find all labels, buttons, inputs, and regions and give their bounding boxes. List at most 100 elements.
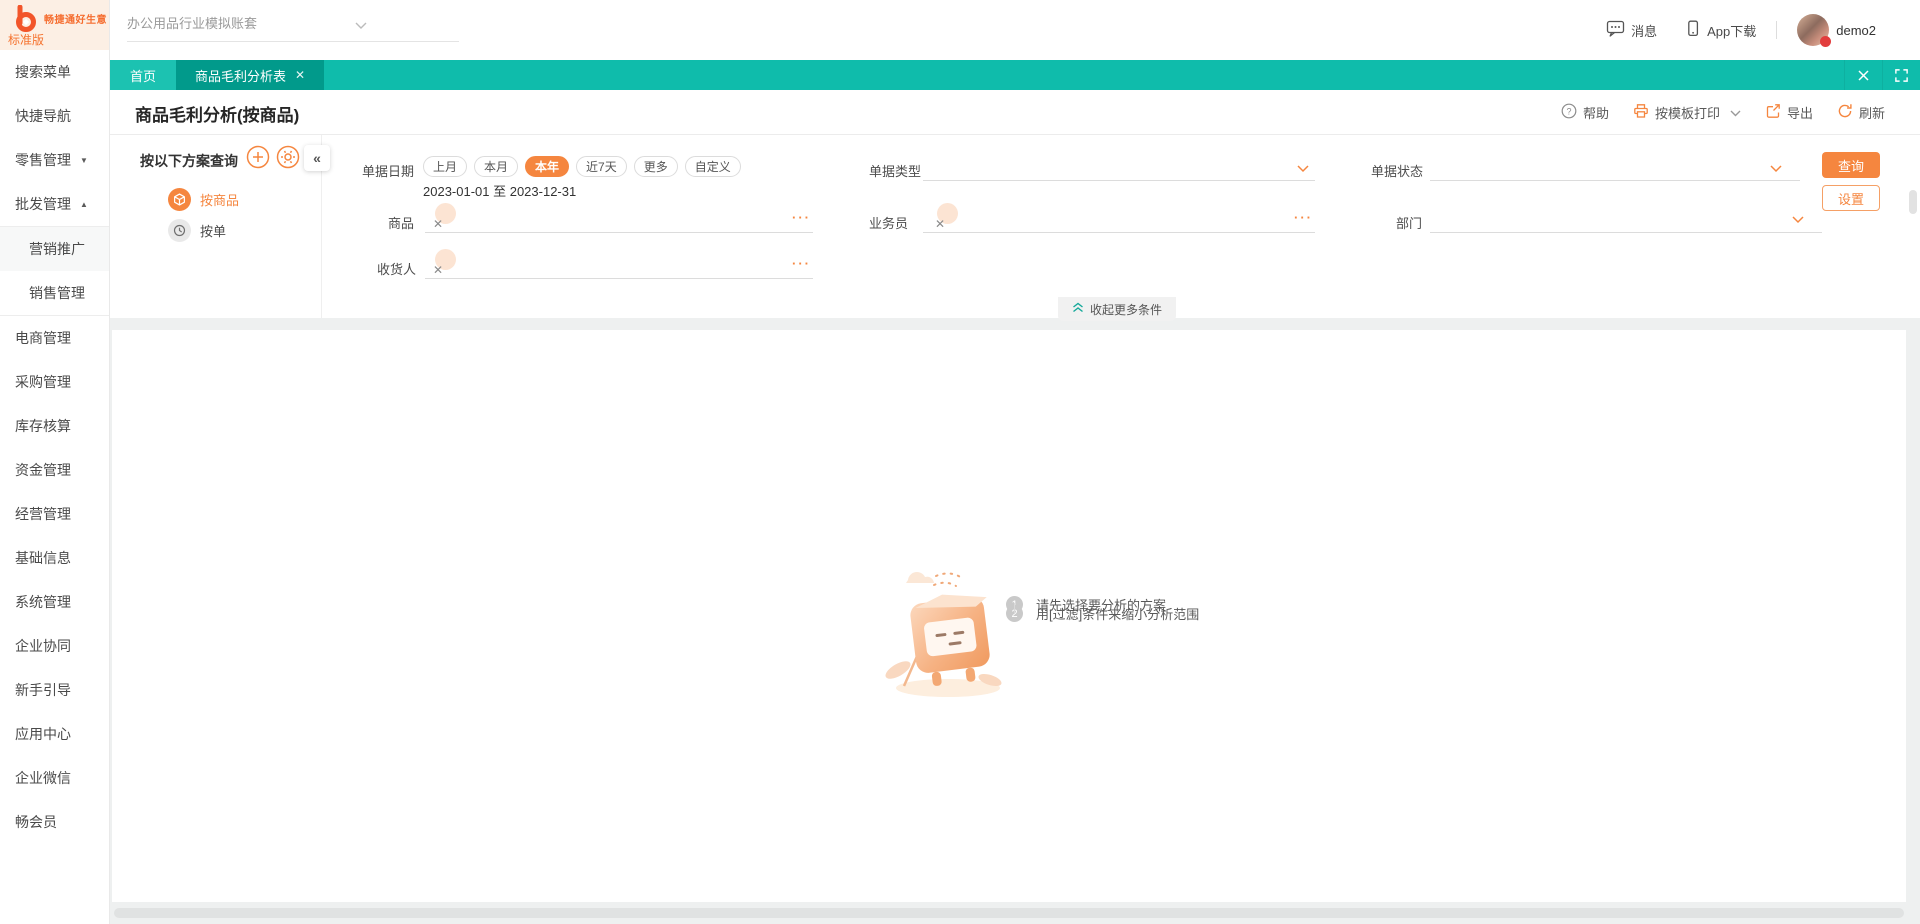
tab-gross-profit-analysis[interactable]: 商品毛利分析表 ✕ bbox=[176, 60, 324, 90]
salesman-picker-ellipsis-button[interactable]: ··· bbox=[1294, 210, 1313, 225]
doc-status-label: 单据状态 bbox=[1371, 164, 1424, 179]
sidebar-item-wecom[interactable]: 企业微信 bbox=[0, 756, 109, 800]
scheme-by-order[interactable]: 按单 bbox=[168, 219, 226, 242]
sidebar-item-wholesale[interactable]: 批发管理 ▲ bbox=[0, 182, 109, 226]
receiver-picker-ellipsis-button[interactable]: ··· bbox=[792, 256, 811, 271]
print-by-template-button[interactable]: 按模板打印 bbox=[1633, 103, 1741, 122]
salesman-input[interactable] bbox=[923, 207, 1315, 233]
date-range-value[interactable]: 2023-01-01 至 2023-12-31 bbox=[423, 181, 576, 200]
receiver-label: 收货人 bbox=[377, 262, 417, 277]
date-option-pill[interactable]: 更多 bbox=[633, 156, 678, 177]
step-text: 用[过滤]条件来缩小分析范围 bbox=[1036, 607, 1200, 622]
refresh-button[interactable]: 刷新 bbox=[1837, 103, 1885, 122]
doc-type-label: 单据类型 bbox=[869, 164, 922, 179]
collapse-label: 收起更多条件 bbox=[1090, 302, 1163, 317]
sidebar-nav: 搜索菜单 快捷导航 零售管理 ▼ 批发管理 ▲ 营销推广 销售管理 电商管理 采购管… bbox=[0, 50, 109, 844]
receiver-input[interactable] bbox=[425, 253, 813, 279]
svg-text:?: ? bbox=[1566, 106, 1571, 116]
divider bbox=[1776, 21, 1778, 39]
account-select[interactable]: 办公用品行业模拟账套 bbox=[127, 13, 459, 42]
step-connector bbox=[1014, 603, 1015, 613]
sidebar-item-system[interactable]: 系统管理 bbox=[0, 580, 109, 624]
tabbar: 首页 商品毛利分析表 ✕ bbox=[110, 60, 1920, 90]
tab-home[interactable]: 首页 bbox=[110, 60, 176, 90]
sidebar-item-purchase[interactable]: 采购管理 bbox=[0, 360, 109, 404]
date-quick-options: 上月 本月 本年 近7天 更多 自定义 bbox=[423, 156, 741, 177]
step-2: 2 用[过滤]条件来缩小分析范围 bbox=[1006, 604, 1199, 623]
messages-button[interactable]: 消息 bbox=[1606, 20, 1657, 40]
sidebar-item-label: 搜索菜单 bbox=[15, 64, 71, 80]
date-option-pill[interactable]: 本月 bbox=[474, 156, 519, 177]
sidebar-item-base-info[interactable]: 基础信息 bbox=[0, 536, 109, 580]
empty-state-illustration bbox=[870, 558, 1030, 708]
refresh-label: 刷新 bbox=[1858, 106, 1885, 121]
sidebar-item-quick-nav[interactable]: 快捷导航 bbox=[0, 94, 109, 138]
date-option-pill[interactable]: 自定义 bbox=[684, 156, 741, 177]
printer-icon bbox=[1633, 103, 1649, 122]
scheme-settings-gear-icon[interactable] bbox=[276, 145, 300, 169]
sidebar: 畅捷通好生意 标准版 搜索菜单 快捷导航 零售管理 ▼ 批发管理 ▲ 营销推广 销售… bbox=[0, 0, 110, 924]
vertical-scrollbar-thumb[interactable] bbox=[1909, 190, 1917, 214]
add-scheme-button[interactable] bbox=[246, 145, 270, 169]
chevron-down-icon bbox=[355, 18, 367, 33]
doc-date-label: 单据日期 bbox=[362, 164, 415, 179]
collapse-more-conditions-button[interactable]: 收起更多条件 bbox=[1058, 297, 1177, 321]
chevron-down-icon[interactable] bbox=[1730, 105, 1741, 120]
sidebar-item-label: 应用中心 bbox=[15, 726, 71, 742]
sidebar-submenu-wholesale: 营销推广 销售管理 bbox=[0, 226, 109, 316]
cube-icon bbox=[168, 188, 191, 211]
date-option-pill[interactable]: 近7天 bbox=[576, 156, 627, 177]
settings-button[interactable]: 设置 bbox=[1822, 185, 1880, 211]
chevron-down-icon[interactable] bbox=[1792, 211, 1804, 229]
sidebar-item-ecommerce[interactable]: 电商管理 bbox=[0, 316, 109, 360]
username[interactable]: demo2 bbox=[1836, 23, 1876, 38]
sidebar-item-app-center[interactable]: 应用中心 bbox=[0, 712, 109, 756]
export-label: 导出 bbox=[1786, 106, 1813, 121]
sidebar-item-label: 资金管理 bbox=[15, 462, 71, 478]
query-panel-title: 按以下方案查询 bbox=[140, 153, 238, 169]
chevron-down-icon[interactable] bbox=[1770, 160, 1782, 178]
app-download-button[interactable]: App下载 bbox=[1685, 20, 1756, 40]
tab-close-icon[interactable]: ✕ bbox=[295, 69, 305, 81]
sidebar-item-label: 营销推广 bbox=[29, 241, 85, 257]
chevron-up-icon: ▲ bbox=[80, 199, 88, 209]
sidebar-item-collaboration[interactable]: 企业协同 bbox=[0, 624, 109, 668]
date-option-pill-selected[interactable]: 本年 bbox=[525, 156, 570, 177]
export-button[interactable]: 导出 bbox=[1765, 103, 1813, 122]
department-select[interactable] bbox=[1430, 207, 1822, 233]
help-label: 帮助 bbox=[1582, 106, 1609, 121]
main-content: 1 请先选择要分析的方案 2 用[过滤]条件来缩小分析范围 bbox=[112, 330, 1906, 902]
product-picker-ellipsis-button[interactable]: ··· bbox=[792, 210, 811, 225]
page-title: 商品毛利分析(按商品) bbox=[135, 106, 300, 125]
sidebar-item-retail[interactable]: 零售管理 ▼ bbox=[0, 138, 109, 182]
query-button[interactable]: 查询 bbox=[1822, 152, 1880, 178]
sidebar-item-search-menu[interactable]: 搜索菜单 bbox=[0, 50, 109, 94]
chevron-down-icon[interactable] bbox=[1297, 160, 1309, 178]
date-option-pill[interactable]: 上月 bbox=[423, 156, 468, 177]
sidebar-item-operations[interactable]: 经营管理 bbox=[0, 492, 109, 536]
topbar-right: 消息 App下载 demo2 bbox=[1606, 0, 1920, 60]
sidebar-item-label: 零售管理 bbox=[15, 152, 71, 168]
collapse-panel-button[interactable]: « bbox=[304, 145, 330, 171]
product-input[interactable] bbox=[425, 207, 813, 233]
horizontal-scrollbar[interactable] bbox=[114, 908, 1904, 918]
doc-status-select[interactable] bbox=[1430, 157, 1800, 181]
sidebar-item-label: 电商管理 bbox=[15, 330, 71, 346]
sidebar-item-funds[interactable]: 资金管理 bbox=[0, 448, 109, 492]
edition-label: 标准版 bbox=[8, 33, 45, 47]
scheme-by-product[interactable]: 按商品 bbox=[168, 188, 239, 211]
print-label: 按模板打印 bbox=[1654, 106, 1720, 121]
close-all-tabs-button[interactable] bbox=[1844, 60, 1882, 90]
tab-label: 首页 bbox=[129, 68, 156, 84]
sidebar-item-label: 基础信息 bbox=[15, 550, 71, 566]
user-avatar[interactable] bbox=[1797, 14, 1832, 47]
sidebar-item-inventory[interactable]: 库存核算 bbox=[0, 404, 109, 448]
sidebar-item-sales-mgmt[interactable]: 销售管理 bbox=[0, 271, 109, 315]
doc-type-select[interactable] bbox=[923, 157, 1315, 181]
sidebar-item-beginner-guide[interactable]: 新手引导 bbox=[0, 668, 109, 712]
sidebar-item-marketing[interactable]: 营销推广 bbox=[0, 227, 109, 271]
app-window: 畅捷通好生意 标准版 搜索菜单 快捷导航 零售管理 ▼ 批发管理 ▲ 营销推广 销售… bbox=[0, 0, 1920, 924]
fullscreen-icon[interactable] bbox=[1882, 60, 1920, 90]
help-button[interactable]: ? 帮助 bbox=[1561, 103, 1609, 122]
sidebar-item-member[interactable]: 畅会员 bbox=[0, 800, 109, 844]
